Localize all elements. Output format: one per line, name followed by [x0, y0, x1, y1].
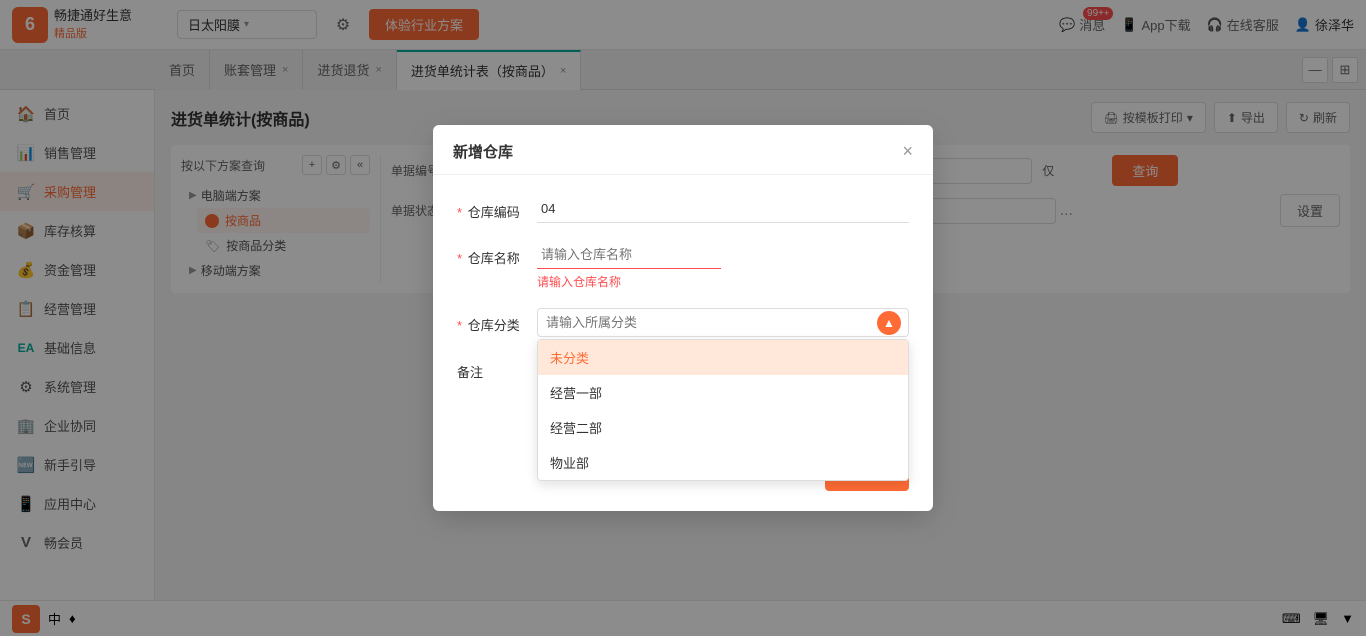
name-input-wrap: 请输入仓库名称	[537, 241, 909, 290]
modal-close-button[interactable]: ×	[902, 141, 913, 162]
modal-code-row: * 仓库编码	[457, 195, 909, 223]
modal-category-label: * 仓库分类	[457, 308, 537, 334]
category-toggle-button[interactable]: ▲	[877, 311, 901, 335]
name-label-text: 仓库名称	[468, 251, 520, 266]
dropdown-item-property[interactable]: 物业部	[538, 445, 908, 480]
dropdown-item-dept2[interactable]: 经营二部	[538, 410, 908, 445]
category-input-wrap: ▲ 未分类 经营一部 经营二部 物业部	[537, 308, 909, 337]
dropdown-item-dept1[interactable]: 经营一部	[538, 375, 908, 410]
dropdown-uncategorized-label: 未分类	[550, 351, 589, 366]
category-dropdown: 未分类 经营一部 经营二部 物业部	[537, 339, 909, 481]
modal-name-row: * 仓库名称 请输入仓库名称	[457, 241, 909, 290]
modal-code-label: * 仓库编码	[457, 195, 537, 221]
warehouse-name-input[interactable]	[537, 241, 721, 269]
required-star-category: *	[457, 318, 462, 333]
modal-memo-label: 备注	[457, 355, 537, 381]
dropdown-property-label: 物业部	[550, 456, 589, 471]
warehouse-code-input[interactable]	[537, 195, 909, 223]
warehouse-category-input[interactable]	[537, 308, 909, 337]
modal-category-row: * 仓库分类 ▲ 未分类 经营一部 经营二部	[457, 308, 909, 337]
add-warehouse-modal: 新增仓库 × * 仓库编码 * 仓库名称 请输入仓库名称	[433, 125, 933, 511]
required-star-name: *	[457, 251, 462, 266]
dropdown-dept1-label: 经营一部	[550, 386, 602, 401]
modal-overlay[interactable]: 新增仓库 × * 仓库编码 * 仓库名称 请输入仓库名称	[0, 0, 1366, 636]
name-error-message: 请输入仓库名称	[537, 273, 909, 290]
modal-header: 新增仓库 ×	[433, 125, 933, 175]
code-label-text: 仓库编码	[468, 205, 520, 220]
modal-body: * 仓库编码 * 仓库名称 请输入仓库名称 *	[433, 175, 933, 443]
memo-label-text: 备注	[457, 365, 483, 380]
dropdown-item-uncategorized[interactable]: 未分类	[538, 340, 908, 375]
category-label-text: 仓库分类	[468, 318, 520, 333]
modal-title: 新增仓库	[453, 141, 513, 162]
modal-name-label: * 仓库名称	[457, 241, 537, 267]
dropdown-dept2-label: 经营二部	[550, 421, 602, 436]
required-star-code: *	[457, 205, 462, 220]
